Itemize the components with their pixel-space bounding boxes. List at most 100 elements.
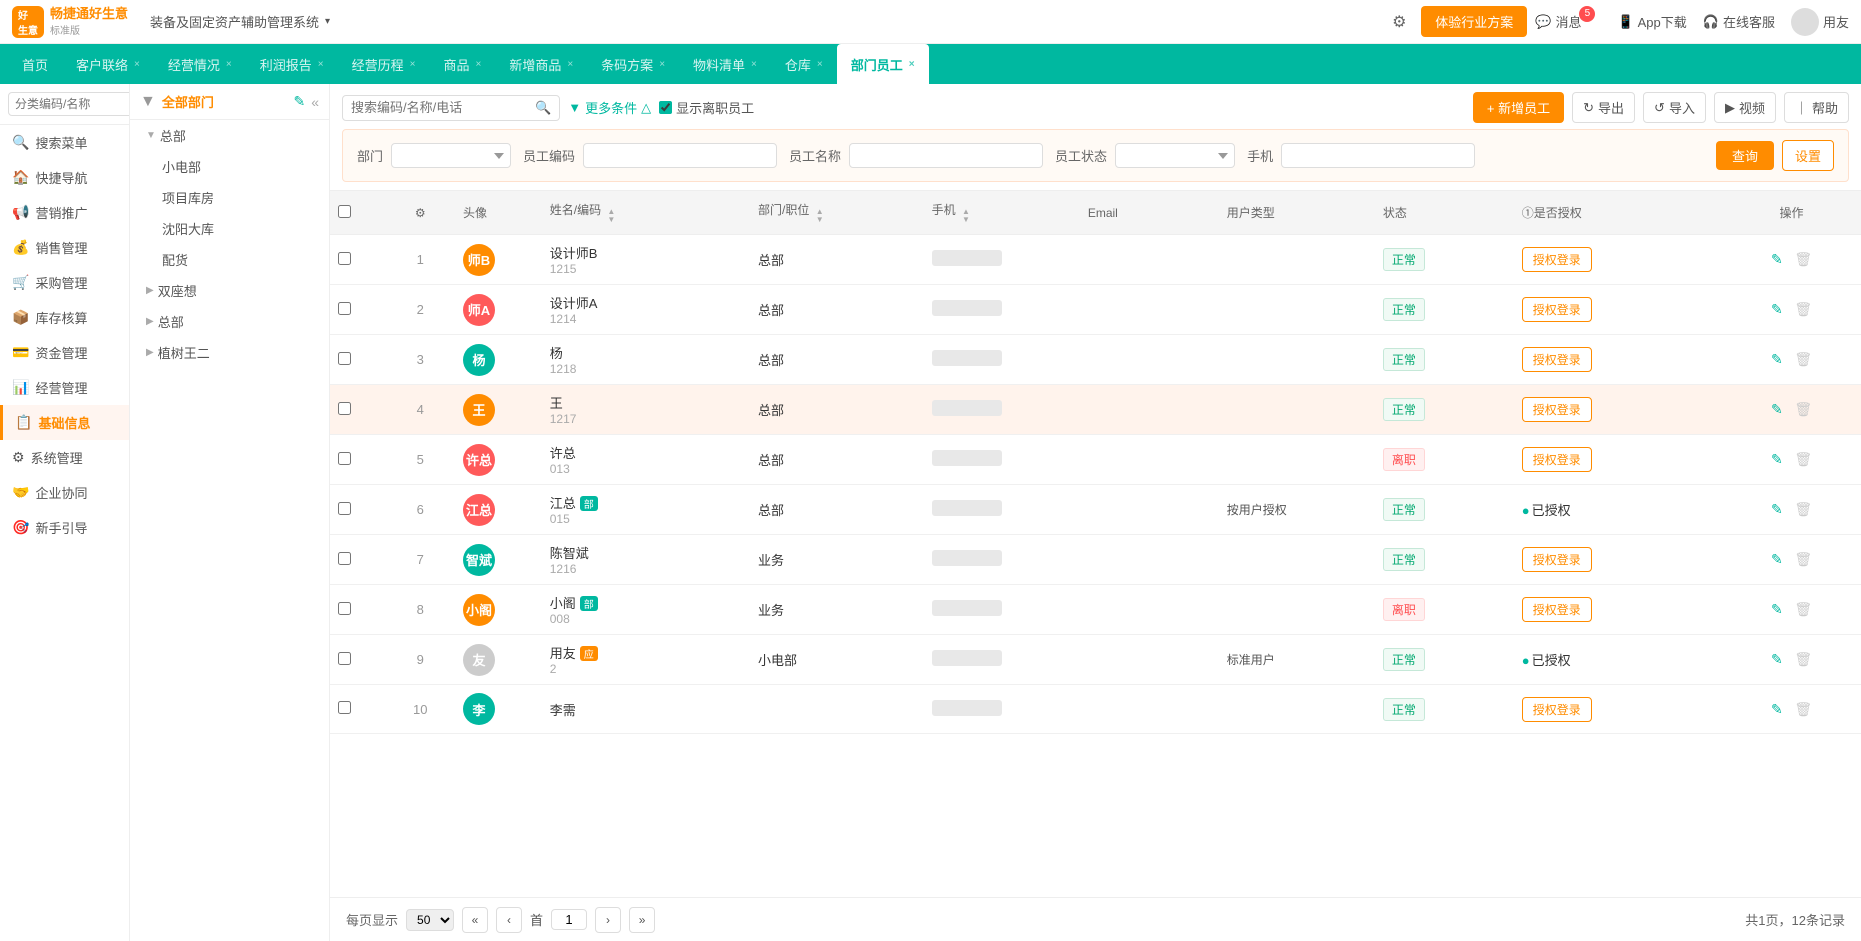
dept-collapse-icon[interactable]: ▼ [140, 93, 156, 111]
last-page-button[interactable]: » [629, 907, 655, 933]
auth-button[interactable]: 授权登录 [1522, 247, 1592, 272]
dept-node-总部[interactable]: ▼ 总部 [130, 120, 329, 151]
user-avatar-button[interactable]: 用友 [1791, 8, 1849, 36]
close-tab-icon[interactable]: × [475, 59, 481, 70]
dept-node-总部[interactable]: ▶ 总部 [130, 306, 329, 337]
nav-tab-经营情况[interactable]: 经营情况 × [154, 44, 246, 84]
sidebar-item-经营管理[interactable]: 📊 经营管理 [0, 370, 129, 405]
help-button[interactable]: ｜ 帮助 [1784, 92, 1849, 123]
page-number-input[interactable] [551, 909, 587, 930]
dept-node-小电部[interactable]: 小电部 [130, 151, 329, 182]
close-tab-icon[interactable]: × [134, 59, 140, 70]
nav-tab-利润报告[interactable]: 利润报告 × [246, 44, 338, 84]
close-tab-icon[interactable]: × [318, 59, 324, 70]
nav-tab-仓库[interactable]: 仓库 × [771, 44, 837, 84]
search-input[interactable] [351, 100, 531, 115]
sidebar-item-新手引导[interactable]: 🎯 新手引导 [0, 510, 129, 545]
dept-node-双座想[interactable]: ▶ 双座想 [130, 275, 329, 306]
set-button[interactable]: 设置 [1782, 140, 1834, 171]
dept-collapse-btn[interactable]: « [311, 94, 319, 110]
settings-icon-button[interactable]: ⚙ [1385, 8, 1413, 36]
close-tab-icon[interactable]: × [659, 59, 665, 70]
nav-tab-新增商品[interactable]: 新增商品 × [495, 44, 587, 84]
emp-status-filter-select[interactable] [1115, 143, 1235, 168]
close-tab-icon[interactable]: × [226, 59, 232, 70]
auth-button[interactable]: 授权登录 [1522, 397, 1592, 422]
delete-button[interactable]: 🗑 [1790, 299, 1816, 320]
show-resigned-checkbox[interactable] [659, 101, 672, 114]
sidebar-item-企业协同[interactable]: 🤝 企业协同 [0, 475, 129, 510]
message-button[interactable]: 💬 消息 5 [1535, 12, 1601, 31]
close-tab-icon[interactable]: × [817, 59, 823, 70]
nav-tab-条码方案[interactable]: 条码方案 × [587, 44, 679, 84]
online-service-button[interactable]: 🎧 在线客服 [1703, 12, 1775, 31]
query-button[interactable]: 查询 [1716, 141, 1774, 170]
phone-filter-input[interactable] [1281, 143, 1475, 168]
app-download-button[interactable]: 📱 App下载 [1617, 12, 1686, 31]
edit-button[interactable]: ✎ [1767, 549, 1787, 570]
view-button[interactable]: ▶ 视频 [1714, 92, 1776, 123]
dept-node-植树王二[interactable]: ▶ 植树王二 [130, 337, 329, 368]
delete-button[interactable]: 🗑 [1790, 399, 1816, 420]
nav-tab-物料清单[interactable]: 物料清单 × [679, 44, 771, 84]
emp-code-filter-input[interactable] [583, 143, 777, 168]
prev-page-button[interactable]: ‹ [496, 907, 522, 933]
sidebar-item-基础信息[interactable]: 📋 基础信息 [0, 405, 129, 440]
emp-name-filter-input[interactable] [849, 143, 1043, 168]
select-all-checkbox[interactable] [338, 205, 351, 218]
sidebar-item-销售管理[interactable]: 💰 销售管理 [0, 230, 129, 265]
all-dept-label[interactable]: 全部部门 [162, 92, 288, 111]
dept-filter-select[interactable] [391, 143, 511, 168]
close-tab-icon[interactable]: × [410, 59, 416, 70]
edit-button[interactable]: ✎ [1767, 599, 1787, 620]
dept-node-沈阳大库[interactable]: 沈阳大库 [130, 213, 329, 244]
auth-button[interactable]: 授权登录 [1522, 547, 1592, 572]
auth-button[interactable]: 授权登录 [1522, 297, 1592, 322]
sort-phone-icon[interactable]: ▲▼ [962, 208, 970, 224]
sidebar-item-营销推广[interactable]: 📢 营销推广 [0, 195, 129, 230]
sidebar-item-搜索菜单[interactable]: 🔍 搜索菜单 [0, 125, 129, 160]
delete-button[interactable]: 🗑 [1790, 549, 1816, 570]
sort-dept-icon[interactable]: ▲▼ [816, 208, 824, 224]
delete-button[interactable]: 🗑 [1790, 699, 1816, 720]
row-checkbox[interactable] [338, 701, 351, 714]
row-checkbox[interactable] [338, 252, 351, 265]
row-checkbox[interactable] [338, 402, 351, 415]
sort-name-icon[interactable]: ▲▼ [607, 208, 615, 224]
row-checkbox[interactable] [338, 502, 351, 515]
delete-button[interactable]: 🗑 [1790, 249, 1816, 270]
sidebar-item-快捷导航[interactable]: 🏠 快捷导航 [0, 160, 129, 195]
row-checkbox[interactable] [338, 352, 351, 365]
edit-button[interactable]: ✎ [1767, 349, 1787, 370]
dept-node-项目库房[interactable]: 项目库房 [130, 182, 329, 213]
dept-edit-icon[interactable]: ✎ [293, 93, 305, 110]
edit-button[interactable]: ✎ [1767, 249, 1787, 270]
row-checkbox[interactable] [338, 452, 351, 465]
delete-button[interactable]: 🗑 [1790, 599, 1816, 620]
close-tab-icon[interactable]: × [909, 59, 915, 70]
nav-tab-经营历程[interactable]: 经营历程 × [338, 44, 430, 84]
sidebar-item-库存核算[interactable]: 📦 库存核算 [0, 300, 129, 335]
row-checkbox[interactable] [338, 302, 351, 315]
dept-node-配货[interactable]: 配货 [130, 244, 329, 275]
delete-button[interactable]: 🗑 [1790, 349, 1816, 370]
edit-button[interactable]: ✎ [1767, 699, 1787, 720]
more-conditions-button[interactable]: ▼ 更多条件 △ [568, 98, 651, 117]
auth-button[interactable]: 授权登录 [1522, 697, 1592, 722]
delete-button[interactable]: 🗑 [1790, 499, 1816, 520]
page-size-select[interactable]: 50 [406, 909, 454, 931]
edit-button[interactable]: ✎ [1767, 399, 1787, 420]
nav-tab-首页[interactable]: 首页 [8, 44, 62, 84]
row-checkbox[interactable] [338, 552, 351, 565]
edit-button[interactable]: ✎ [1767, 649, 1787, 670]
delete-button[interactable]: 🗑 [1790, 449, 1816, 470]
nav-tab-商品[interactable]: 商品 × [429, 44, 495, 84]
import-button[interactable]: ↺ 导入 [1643, 92, 1706, 123]
edit-button[interactable]: ✎ [1767, 499, 1787, 520]
first-page-button[interactable]: « [462, 907, 488, 933]
next-page-button[interactable]: › [595, 907, 621, 933]
export-button[interactable]: ↻ 导出 [1572, 92, 1635, 123]
trial-button[interactable]: 体验行业方案 [1421, 6, 1527, 37]
sidebar-item-采购管理[interactable]: 🛒 采购管理 [0, 265, 129, 300]
sidebar-item-系统管理[interactable]: ⚙ 系统管理 [0, 440, 129, 475]
